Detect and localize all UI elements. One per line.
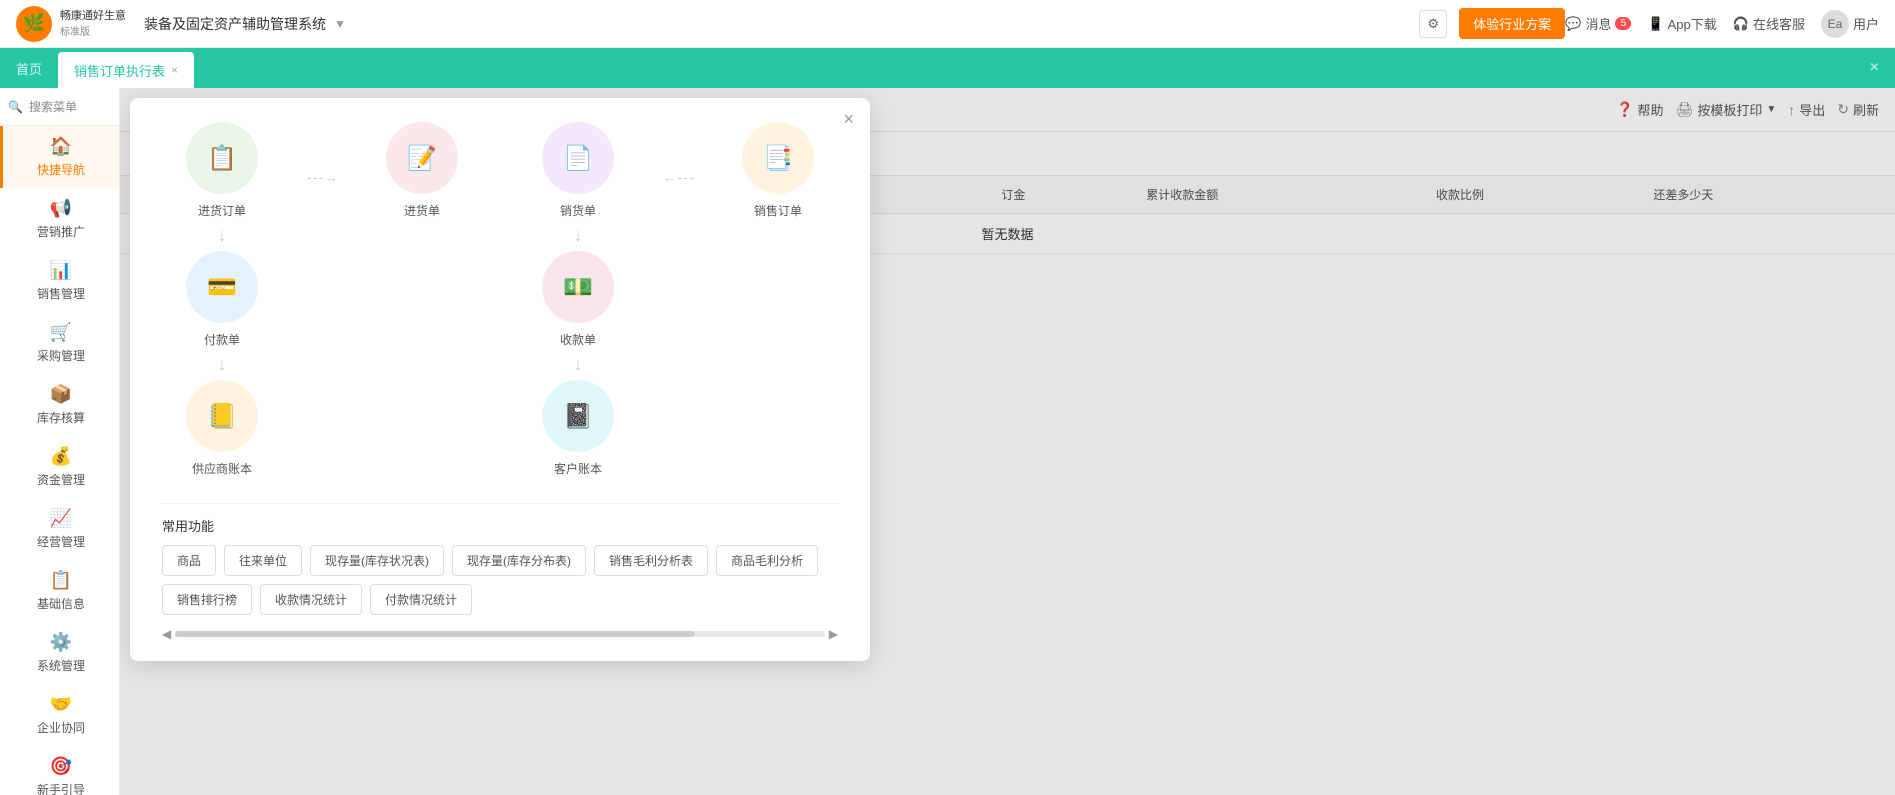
cf-btn-stock-dist[interactable]: 现存量(库存分布表) xyxy=(452,545,586,576)
popup-card: × 📋 进货订单 ↓ 💳 付款单 ↓ xyxy=(130,98,870,661)
inventory-icon: 📦 xyxy=(50,384,72,405)
popup-scrollbar: ◀ ▶ xyxy=(162,627,838,641)
cf-buttons-row2: 销售排行榜 收款情况统计 付款情况统计 xyxy=(162,584,838,615)
tab-sales-order[interactable]: 销售订单执行表 × xyxy=(58,52,194,88)
user-area[interactable]: Ea 用户 xyxy=(1821,10,1879,38)
app-download-button[interactable]: 📱 App下载 xyxy=(1647,14,1716,33)
arrow-down-2: ↓ xyxy=(574,221,583,249)
purchase-order-icon: 📋 xyxy=(186,122,258,194)
sidebar-item-purchase[interactable]: 🛒 采购管理 xyxy=(0,312,119,374)
scrollbar-track[interactable] xyxy=(175,631,825,637)
sidebar-item-sales[interactable]: 📊 销售管理 xyxy=(0,250,119,312)
cf-title: 常用功能 xyxy=(162,516,838,535)
finance-icon: 💰 xyxy=(50,446,72,467)
headset-icon: 🎧 xyxy=(1733,16,1749,32)
arrow-down-1: ↓ xyxy=(218,221,227,249)
sales-order-icon: 📑 xyxy=(742,122,814,194)
popup-close-button[interactable]: × xyxy=(843,110,854,128)
close-all-tabs[interactable]: × xyxy=(1870,59,1879,77)
receipt-icon: 💵 xyxy=(542,251,614,323)
popup-overlay: × 📋 进货订单 ↓ 💳 付款单 ↓ xyxy=(120,88,1895,795)
sales-icon: 📄 xyxy=(542,122,614,194)
logo-sub: 标准版 xyxy=(60,23,126,38)
system-icon: ⚙️ xyxy=(50,632,72,653)
trial-button[interactable]: 体验行业方案 xyxy=(1459,8,1565,39)
search-icon: 🔍 xyxy=(8,100,23,114)
customer-icon: 📓 xyxy=(542,380,614,452)
logo-area: 🌿 畅康通好生意 标准版 xyxy=(16,6,136,42)
operations-icon: 📈 xyxy=(50,508,72,529)
supplier-icon: 📒 xyxy=(186,380,258,452)
sidebar-item-guide[interactable]: 🎯 新手引导 xyxy=(0,746,119,795)
flow-node-sales: 📄 销货单 xyxy=(518,122,638,219)
message-button[interactable]: 💬 消息 5 xyxy=(1565,14,1631,33)
system-dropdown-arrow[interactable]: ▼ xyxy=(334,17,346,31)
logo-text: 畅康通好生意 xyxy=(60,9,126,23)
cf-btn-product[interactable]: 商品 xyxy=(162,545,216,576)
main-layout: 🔍 搜索菜单 🏠 快捷导航 📢 营销推广 📊 销售管理 🛒 采购管理 📦 库存核… xyxy=(0,88,1895,795)
common-functions: 常用功能 商品 往来单位 现存量(库存状况表) 现存量(库存分布表) 销售毛利分… xyxy=(162,503,838,615)
flow-node-customer-book: 📓 客户账本 xyxy=(518,380,638,477)
scrollbar-thumb xyxy=(175,631,695,637)
cf-btn-sales-margin[interactable]: 销售毛利分析表 xyxy=(594,545,708,576)
cf-btn-receipt-stats[interactable]: 收款情况统计 xyxy=(260,584,362,615)
flow-node-payment: 💳 付款单 xyxy=(162,251,282,348)
payment-icon: 💳 xyxy=(186,251,258,323)
cf-btn-payment-stats[interactable]: 付款情况统计 xyxy=(370,584,472,615)
logo-icon: 🌿 xyxy=(16,6,52,42)
system-name: 装备及固定资产辅助管理系统 ▼ xyxy=(144,14,1411,34)
info-icon: 📋 xyxy=(50,570,72,591)
sidebar-item-inventory[interactable]: 📦 库存核算 xyxy=(0,374,119,436)
sidebar-item-marketing[interactable]: 📢 营销推广 xyxy=(0,188,119,250)
flow-node-sales-order: 📑 销售订单 xyxy=(718,122,838,219)
settings-button[interactable]: ⚙ xyxy=(1419,10,1447,38)
avatar: Ea xyxy=(1821,10,1849,38)
tab-home[interactable]: 首页 xyxy=(0,48,58,88)
phone-icon: 📱 xyxy=(1647,16,1663,32)
cf-btn-contacts[interactable]: 往来单位 xyxy=(224,545,302,576)
flow-node-receipt: 💵 收款单 xyxy=(518,251,638,348)
sidebar-item-finance[interactable]: 💰 资金管理 xyxy=(0,436,119,498)
sales-icon: 📊 xyxy=(50,260,72,281)
sidebar-item-system[interactable]: ⚙️ 系统管理 xyxy=(0,622,119,684)
content-area: ❓ 帮助 🖨 按模板打印 ▼ ↑ 导出 ↻ 刷新 📅 yyyy-mm-dd xyxy=(120,88,1895,795)
sidebar-search[interactable]: 🔍 搜索菜单 xyxy=(0,88,119,126)
cf-btn-product-margin[interactable]: 商品毛利分析 xyxy=(716,545,818,576)
sidebar: 🔍 搜索菜单 🏠 快捷导航 📢 营销推广 📊 销售管理 🛒 采购管理 📦 库存核… xyxy=(0,88,120,795)
sidebar-item-quick-nav[interactable]: 🏠 快捷导航 xyxy=(0,126,119,188)
cf-btn-sales-rank[interactable]: 销售排行榜 xyxy=(162,584,252,615)
cf-btn-stock-status[interactable]: 现存量(库存状况表) xyxy=(310,545,444,576)
guide-icon: 🎯 xyxy=(50,756,72,777)
online-service-button[interactable]: 🎧 在线客服 xyxy=(1733,14,1805,33)
flow-node-purchase-order: 📋 进货订单 xyxy=(162,122,282,219)
cf-buttons: 商品 往来单位 现存量(库存状况表) 现存量(库存分布表) 销售毛利分析表 商品… xyxy=(162,545,838,576)
tab-close-icon[interactable]: × xyxy=(171,63,178,77)
sidebar-item-basic-info[interactable]: 📋 基础信息 xyxy=(0,560,119,622)
tab-bar: 首页 销售订单执行表 × × xyxy=(0,48,1895,88)
message-icon: 💬 xyxy=(1565,16,1581,32)
marketing-icon: 📢 xyxy=(50,198,72,219)
scroll-left-arrow[interactable]: ◀ xyxy=(162,627,171,641)
flow-node-supplier-book: 📒 供应商账本 xyxy=(162,380,282,477)
home-icon: 🏠 xyxy=(50,136,72,157)
purchase-icon: 🛒 xyxy=(50,322,72,343)
flow-node-purchase: 📝 进货单 xyxy=(362,122,482,219)
top-header: 🌿 畅康通好生意 标准版 装备及固定资产辅助管理系统 ▼ ⚙ 体验行业方案 💬 … xyxy=(0,0,1895,48)
purchase-icon: 📝 xyxy=(386,122,458,194)
collab-icon: 🤝 xyxy=(50,694,72,715)
arrow-down-4: ↓ xyxy=(574,350,583,378)
message-badge: 5 xyxy=(1615,17,1631,30)
arrow-down-3: ↓ xyxy=(218,350,227,378)
sidebar-item-collaboration[interactable]: 🤝 企业协同 xyxy=(0,684,119,746)
scroll-right-arrow[interactable]: ▶ xyxy=(829,627,838,641)
header-right: 💬 消息 5 📱 App下载 🎧 在线客服 Ea 用户 xyxy=(1565,10,1879,38)
sidebar-item-operations[interactable]: 📈 经营管理 xyxy=(0,498,119,560)
